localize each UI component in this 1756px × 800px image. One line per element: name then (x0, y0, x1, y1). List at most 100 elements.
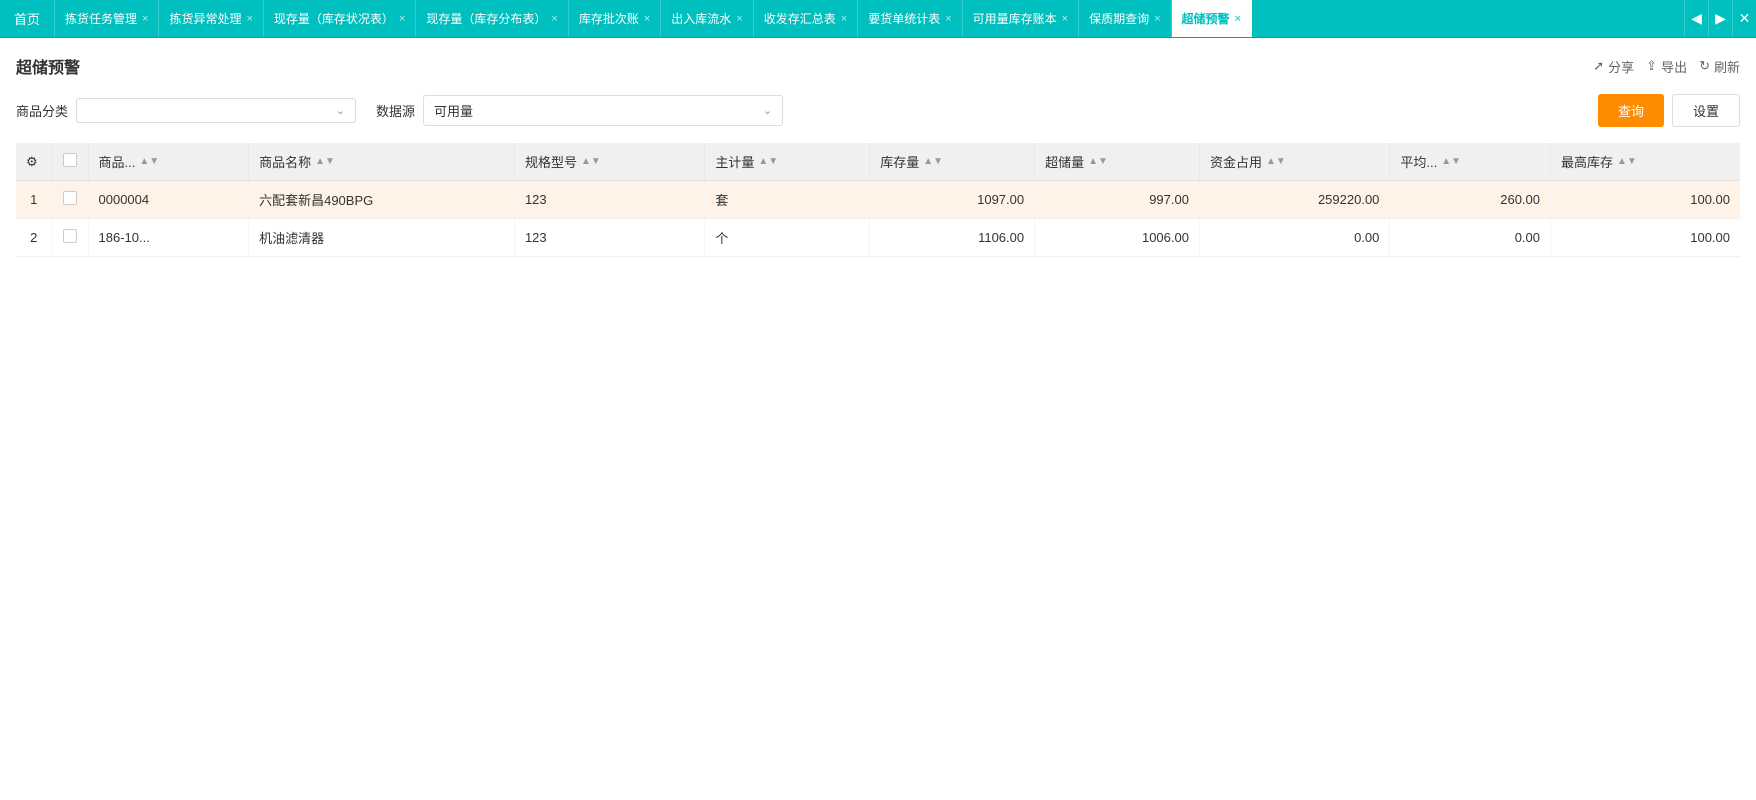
category-filter-label: 商品分类 (16, 101, 68, 120)
row-product-name-1: 机油滤清器 (249, 219, 515, 257)
nav-tab-7[interactable]: 要货单统计表 × (858, 0, 962, 37)
sort-icon-avg: ▲▼ (1441, 157, 1461, 167)
close-tab-9[interactable]: × (1154, 13, 1160, 25)
th-product-code[interactable]: 商品... ▲▼ (88, 143, 249, 181)
close-tab-4[interactable]: × (644, 13, 650, 25)
table-row: 1 0000004 六配套新昌490BPG 123 套 1097.00 997.… (16, 181, 1740, 219)
row-num-1: 2 (16, 219, 52, 257)
th-avg[interactable]: 平均... ▲▼ (1390, 143, 1551, 181)
row-checkbox-0[interactable] (63, 191, 77, 205)
export-label: 导出 (1661, 57, 1687, 76)
row-num-0: 1 (16, 181, 52, 219)
close-tab-8[interactable]: × (1062, 13, 1068, 25)
row-overstock-0: 997.00 (1035, 181, 1200, 219)
page-title: 超储预警 (16, 54, 80, 78)
row-product-name-0: 六配套新昌490BPG (249, 181, 515, 219)
nav-tab-8[interactable]: 可用量库存账本 × (963, 0, 1079, 37)
row-stock-1: 1106.00 (870, 219, 1035, 257)
row-capital-1: 0.00 (1199, 219, 1389, 257)
select-all-checkbox[interactable] (63, 153, 77, 167)
nav-tab-2[interactable]: 现存量（库存状况表） × (264, 0, 416, 37)
row-unit-1: 个 (705, 219, 870, 257)
th-max-stock[interactable]: 最高库存 ▲▼ (1551, 143, 1741, 181)
close-tab-1[interactable]: × (246, 13, 252, 25)
row-avg-0: 260.00 (1390, 181, 1551, 219)
row-avg-1: 0.00 (1390, 219, 1551, 257)
top-nav: 首页 拣货任务管理 × 拣货异常处理 × 现存量（库存状况表） × 现存量（库存… (0, 0, 1756, 38)
th-stock[interactable]: 库存量 ▲▼ (870, 143, 1035, 181)
row-checkbox-cell-1[interactable] (52, 219, 88, 257)
row-product-code-0: 0000004 (88, 181, 249, 219)
page-header: 超储预警 ➚ 分享 ⇪ 导出 ↻ 刷新 (16, 54, 1740, 78)
datasource-filter-label: 数据源 (376, 101, 415, 120)
settings-button[interactable]: 设置 (1672, 94, 1740, 127)
share-label: 分享 (1608, 57, 1634, 76)
nav-next-button[interactable]: ▶ (1708, 0, 1732, 37)
nav-tab-6[interactable]: 收发存汇总表 × (754, 0, 858, 37)
row-overstock-1: 1006.00 (1035, 219, 1200, 257)
category-select[interactable]: ⌄ (76, 98, 356, 123)
refresh-label: 刷新 (1714, 57, 1740, 76)
nav-tab-1[interactable]: 拣货异常处理 × (159, 0, 263, 37)
nav-tab-3[interactable]: 现存量（库存分布表） × (416, 0, 568, 37)
data-table: ⚙ 商品... ▲▼ 商品名称 ▲▼ (16, 143, 1740, 257)
close-tab-3[interactable]: × (551, 13, 557, 25)
sort-icon-product-name: ▲▼ (315, 157, 335, 167)
nav-close-button[interactable]: ✕ (1732, 0, 1756, 37)
sort-icon-overstock: ▲▼ (1088, 157, 1108, 167)
sort-icon-product-code: ▲▼ (139, 157, 159, 167)
nav-tab-10[interactable]: 超储预警 × (1172, 0, 1252, 37)
nav-prev-button[interactable]: ◀ (1684, 0, 1708, 37)
row-stock-0: 1097.00 (870, 181, 1035, 219)
refresh-button[interactable]: ↻ 刷新 (1699, 57, 1740, 76)
query-button[interactable]: 查询 (1598, 94, 1664, 127)
row-spec-0: 123 (514, 181, 704, 219)
th-settings[interactable]: ⚙ (16, 143, 52, 181)
close-tab-2[interactable]: × (399, 13, 405, 25)
page-container: 超储预警 ➚ 分享 ⇪ 导出 ↻ 刷新 商品分类 ⌄ 数据源 (0, 38, 1756, 800)
sort-icon-stock: ▲▼ (923, 157, 943, 167)
th-product-name[interactable]: 商品名称 ▲▼ (249, 143, 515, 181)
close-tab-5[interactable]: × (736, 13, 742, 25)
close-tab-7[interactable]: × (945, 13, 951, 25)
share-icon: ➚ (1593, 58, 1604, 74)
sort-icon-max-stock: ▲▼ (1617, 157, 1637, 167)
datasource-filter-group: 数据源 可用量 ⌄ (376, 95, 783, 126)
filter-row: 商品分类 ⌄ 数据源 可用量 ⌄ 查询 设置 (16, 94, 1740, 127)
table-row: 2 186-10... 机油滤清器 123 个 1106.00 1006.00 … (16, 219, 1740, 257)
export-icon: ⇪ (1646, 58, 1657, 74)
nav-home[interactable]: 首页 (0, 0, 55, 37)
filter-buttons: 查询 设置 (1598, 94, 1740, 127)
sort-icon-capital: ▲▼ (1266, 157, 1286, 167)
sort-icon-spec: ▲▼ (581, 157, 601, 167)
settings-gear-icon: ⚙ (26, 154, 38, 169)
row-max-stock-0: 100.00 (1551, 181, 1741, 219)
close-tab-0[interactable]: × (142, 13, 148, 25)
row-product-code-1: 186-10... (88, 219, 249, 257)
th-checkbox[interactable] (52, 143, 88, 181)
nav-tab-4[interactable]: 库存批次账 × (569, 0, 661, 37)
row-unit-0: 套 (705, 181, 870, 219)
nav-tab-0[interactable]: 拣货任务管理 × (55, 0, 159, 37)
sort-icon-unit: ▲▼ (758, 157, 778, 167)
refresh-icon: ↻ (1699, 58, 1710, 74)
close-tab-10[interactable]: × (1235, 13, 1241, 25)
table-header-row: ⚙ 商品... ▲▼ 商品名称 ▲▼ (16, 143, 1740, 181)
th-capital[interactable]: 资金占用 ▲▼ (1199, 143, 1389, 181)
row-max-stock-1: 100.00 (1551, 219, 1741, 257)
nav-tab-5[interactable]: 出入库流水 × (661, 0, 753, 37)
close-tab-6[interactable]: × (841, 13, 847, 25)
datasource-select[interactable]: 可用量 ⌄ (423, 95, 783, 126)
nav-tab-9[interactable]: 保质期查询 × (1079, 0, 1171, 37)
row-checkbox-cell-0[interactable] (52, 181, 88, 219)
datasource-select-value: 可用量 (434, 101, 473, 120)
category-filter-group: 商品分类 ⌄ (16, 98, 356, 123)
header-actions: ➚ 分享 ⇪ 导出 ↻ 刷新 (1593, 57, 1740, 76)
row-checkbox-1[interactable] (63, 229, 77, 243)
share-button[interactable]: ➚ 分享 (1593, 57, 1634, 76)
category-chevron-icon: ⌄ (336, 104, 345, 117)
th-unit[interactable]: 主计量 ▲▼ (705, 143, 870, 181)
th-overstock[interactable]: 超储量 ▲▼ (1035, 143, 1200, 181)
export-button[interactable]: ⇪ 导出 (1646, 57, 1687, 76)
th-spec[interactable]: 规格型号 ▲▼ (514, 143, 704, 181)
